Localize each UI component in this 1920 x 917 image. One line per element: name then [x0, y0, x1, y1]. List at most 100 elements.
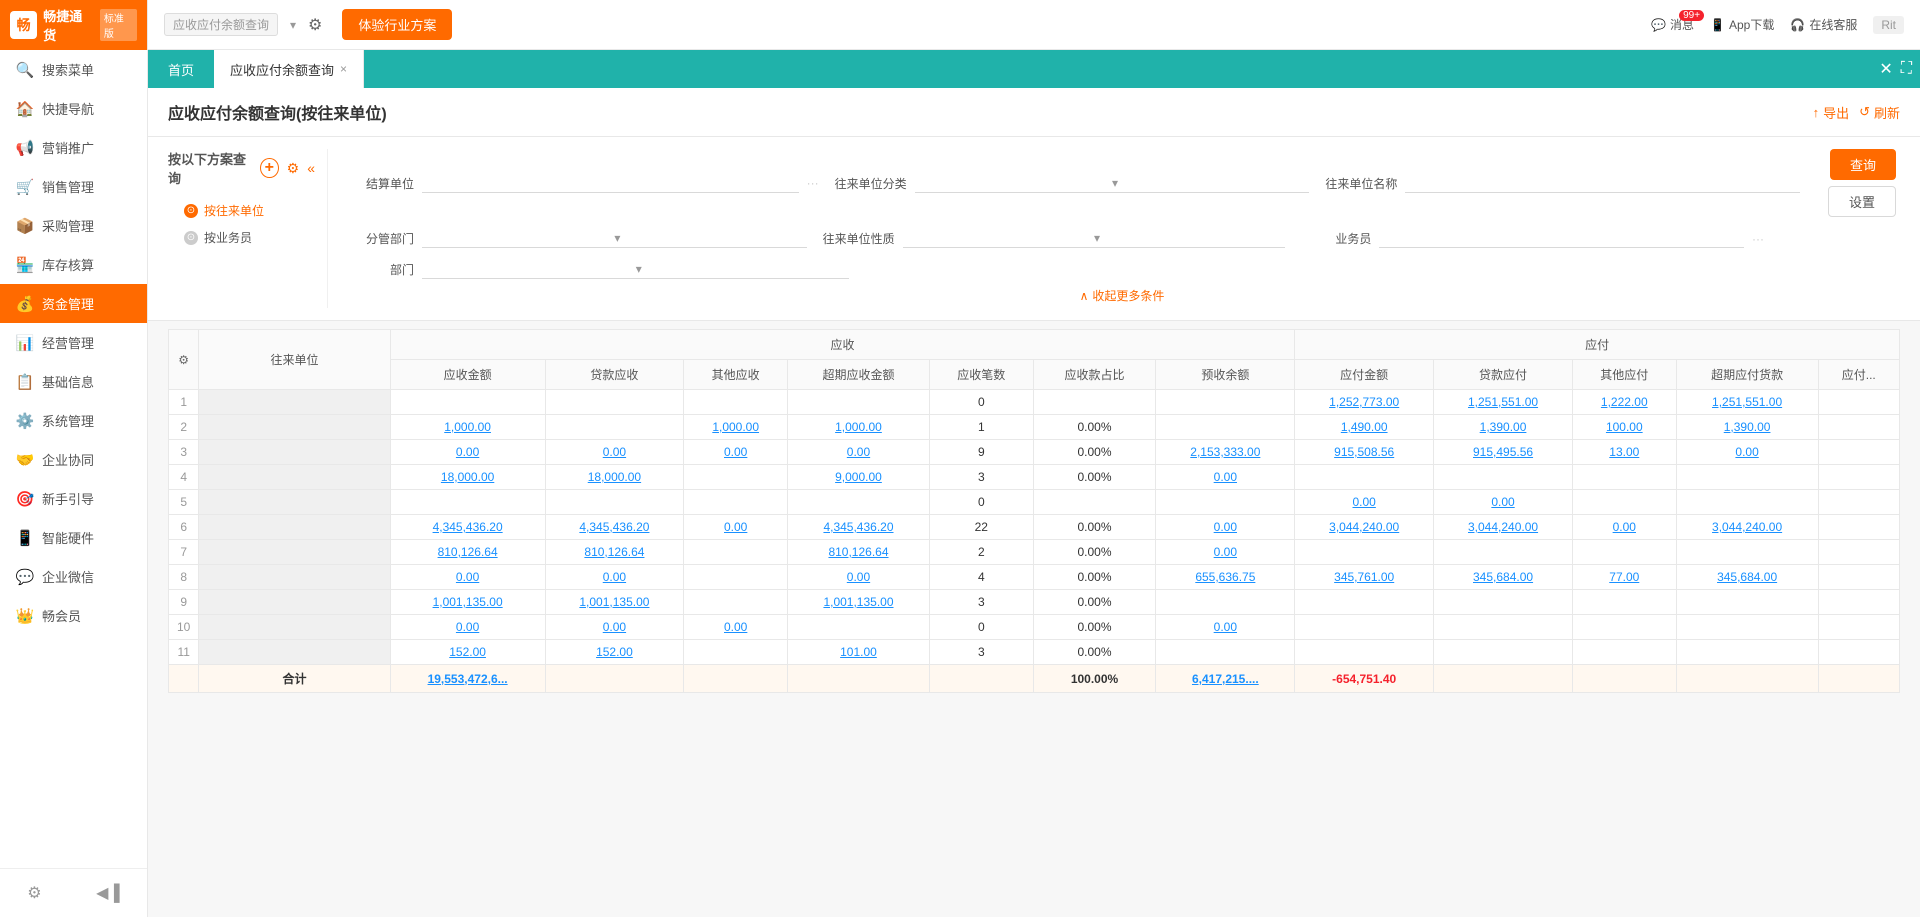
row-ar_prepay[interactable]: 0.00: [1156, 465, 1295, 490]
row-ap_amount[interactable]: 3,044,240.00: [1295, 515, 1434, 540]
query-button[interactable]: 查询: [1830, 149, 1896, 180]
row-ap_other[interactable]: 100.00: [1572, 415, 1676, 440]
partner-nature-dropdown[interactable]: ▾: [903, 229, 1286, 248]
row-ap_amount[interactable]: 1,252,773.00: [1295, 390, 1434, 415]
row-ap_amount[interactable]: 345,761.00: [1295, 565, 1434, 590]
row-ap_other[interactable]: 77.00: [1572, 565, 1676, 590]
row-ar_overdue[interactable]: 0.00: [788, 440, 930, 465]
row-ap_loan[interactable]: 1,390.00: [1434, 415, 1573, 440]
salesman-dots[interactable]: ···: [1752, 232, 1764, 246]
topbar-app-download[interactable]: 📱 App下载: [1710, 16, 1774, 33]
th-gear[interactable]: ⚙: [169, 330, 199, 390]
topbar-gear-icon[interactable]: ⚙: [308, 15, 322, 35]
row-ar_overdue[interactable]: 1,001,135.00: [788, 590, 930, 615]
salesman-input[interactable]: [1379, 229, 1744, 248]
row-ar_amount[interactable]: 18,000.00: [390, 465, 545, 490]
sidebar-item-marketing[interactable]: 📢 营销推广: [0, 128, 147, 167]
row-ar_amount[interactable]: 0.00: [390, 440, 545, 465]
row-ar_prepay[interactable]: 655,636.75: [1156, 565, 1295, 590]
row-ap_loan[interactable]: 915,495.56: [1434, 440, 1573, 465]
sidebar-item-sales[interactable]: 🛒 销售管理: [0, 167, 147, 206]
dept-dropdown[interactable]: ▾: [422, 260, 849, 279]
row-ar_overdue[interactable]: 1,000.00: [788, 415, 930, 440]
row-ar_prepay[interactable]: 2,153,333.00: [1156, 440, 1295, 465]
row-ap_loan[interactable]: 3,044,240.00: [1434, 515, 1573, 540]
refresh-button[interactable]: ↺ 刷新: [1859, 103, 1900, 122]
sidebar-item-inventory[interactable]: 🏪 库存核算: [0, 245, 147, 284]
row-ar_overdue[interactable]: 101.00: [788, 640, 930, 665]
row-ar_amount[interactable]: 0.00: [390, 565, 545, 590]
row-ar_prepay[interactable]: 0.00: [1156, 615, 1295, 640]
row-ar_loan[interactable]: 18,000.00: [545, 465, 684, 490]
row-ar_loan[interactable]: 1,001,135.00: [545, 590, 684, 615]
topbar-service[interactable]: 🎧 在线客服: [1790, 16, 1857, 33]
partner-category-dropdown[interactable]: ▾: [915, 174, 1310, 193]
row-ar_amount[interactable]: 4,345,436.20: [390, 515, 545, 540]
row-ar_amount[interactable]: 0.00: [390, 615, 545, 640]
sidebar-item-system[interactable]: ⚙️ 系统管理: [0, 401, 147, 440]
settlement-dots[interactable]: ···: [807, 176, 819, 190]
topbar-solution-button[interactable]: 体验行业方案: [342, 9, 452, 40]
row-ar_amount[interactable]: 152.00: [390, 640, 545, 665]
row-ar_loan[interactable]: 152.00: [545, 640, 684, 665]
filter-scheme-item-partner[interactable]: ⊙ 按往来单位: [176, 199, 315, 222]
row-ar_other[interactable]: 1,000.00: [684, 415, 788, 440]
topbar-dropdown[interactable]: ▾: [290, 18, 296, 32]
row-ar_loan[interactable]: 4,345,436.20: [545, 515, 684, 540]
topbar-user[interactable]: Rit: [1873, 16, 1904, 34]
tab-close-window-icon[interactable]: ✕: [1879, 59, 1892, 79]
row-ap_loan[interactable]: 345,684.00: [1434, 565, 1573, 590]
row-ar_amount[interactable]: 1,001,135.00: [390, 590, 545, 615]
row-ap_loan[interactable]: 0.00: [1434, 490, 1573, 515]
sidebar-item-purchase[interactable]: 📦 采购管理: [0, 206, 147, 245]
row-ar_loan[interactable]: 0.00: [545, 565, 684, 590]
export-button[interactable]: ↑ 导出: [1813, 103, 1850, 122]
settlement-input[interactable]: [422, 174, 799, 193]
sidebar-item-basic[interactable]: 📋 基础信息: [0, 362, 147, 401]
partner-name-input[interactable]: [1405, 174, 1800, 193]
row-ap_amount[interactable]: 0.00: [1295, 490, 1434, 515]
table-settings-icon[interactable]: ⚙: [178, 353, 189, 367]
row-ar_other[interactable]: 0.00: [684, 615, 788, 640]
sidebar-item-hardware[interactable]: 📱 智能硬件: [0, 518, 147, 557]
row-ar_overdue[interactable]: 0.00: [788, 565, 930, 590]
row-ar_loan[interactable]: 0.00: [545, 615, 684, 640]
filter-settings-icon[interactable]: ⚙: [287, 160, 300, 177]
sidebar-collapse-btn[interactable]: ◀▐: [92, 879, 124, 907]
row-ap_overdue[interactable]: 1,251,551.00: [1676, 390, 1818, 415]
settings-button[interactable]: 设置: [1828, 186, 1896, 217]
sidebar-item-search[interactable]: 🔍 搜索菜单: [0, 50, 147, 89]
row-ar_prepay[interactable]: 0.00: [1156, 515, 1295, 540]
row-ar_amount[interactable]: 810,126.64: [390, 540, 545, 565]
tab-fullscreen-icon[interactable]: ⛶: [1901, 60, 1912, 78]
sidebar-item-wechat[interactable]: 💬 企业微信: [0, 557, 147, 596]
filter-add-button[interactable]: +: [260, 158, 279, 178]
tab-home[interactable]: 首页: [148, 50, 214, 88]
sidebar-item-enterprise[interactable]: 🤝 企业协同: [0, 440, 147, 479]
row-ap_amount[interactable]: 915,508.56: [1295, 440, 1434, 465]
row-ap_overdue[interactable]: 345,684.00: [1676, 565, 1818, 590]
row-ar_overdue[interactable]: 9,000.00: [788, 465, 930, 490]
row-ar_loan[interactable]: 0.00: [545, 440, 684, 465]
row-ar_other[interactable]: 0.00: [684, 515, 788, 540]
row-ar_loan[interactable]: 810,126.64: [545, 540, 684, 565]
sidebar-item-quicknav[interactable]: 🏠 快捷导航: [0, 89, 147, 128]
sidebar-item-funds[interactable]: 💰 资金管理: [0, 284, 147, 323]
row-ap_overdue[interactable]: 1,390.00: [1676, 415, 1818, 440]
footer-ar-prepay[interactable]: 6,417,215....: [1156, 665, 1295, 693]
row-ar_prepay[interactable]: 0.00: [1156, 540, 1295, 565]
row-ar_other[interactable]: 0.00: [684, 440, 788, 465]
tab-active[interactable]: 应收应付余额查询 ×: [214, 50, 364, 88]
sidebar-item-member[interactable]: 👑 畅会员: [0, 596, 147, 635]
filter-arrow-icon[interactable]: «: [307, 160, 315, 176]
collapse-button[interactable]: ∧ 收起更多条件: [344, 283, 1900, 308]
row-ap_overdue[interactable]: 0.00: [1676, 440, 1818, 465]
filter-scheme-item-salesman[interactable]: ⊙ 按业务员: [176, 226, 315, 249]
row-ap_amount[interactable]: 1,490.00: [1295, 415, 1434, 440]
topbar-message[interactable]: 💬 消息 99+: [1651, 16, 1694, 33]
row-ap_overdue[interactable]: 3,044,240.00: [1676, 515, 1818, 540]
sidebar-item-guide[interactable]: 🎯 新手引导: [0, 479, 147, 518]
dept-mgr-dropdown[interactable]: ▾: [422, 229, 807, 248]
row-ar_amount[interactable]: 1,000.00: [390, 415, 545, 440]
row-ap_loan[interactable]: 1,251,551.00: [1434, 390, 1573, 415]
